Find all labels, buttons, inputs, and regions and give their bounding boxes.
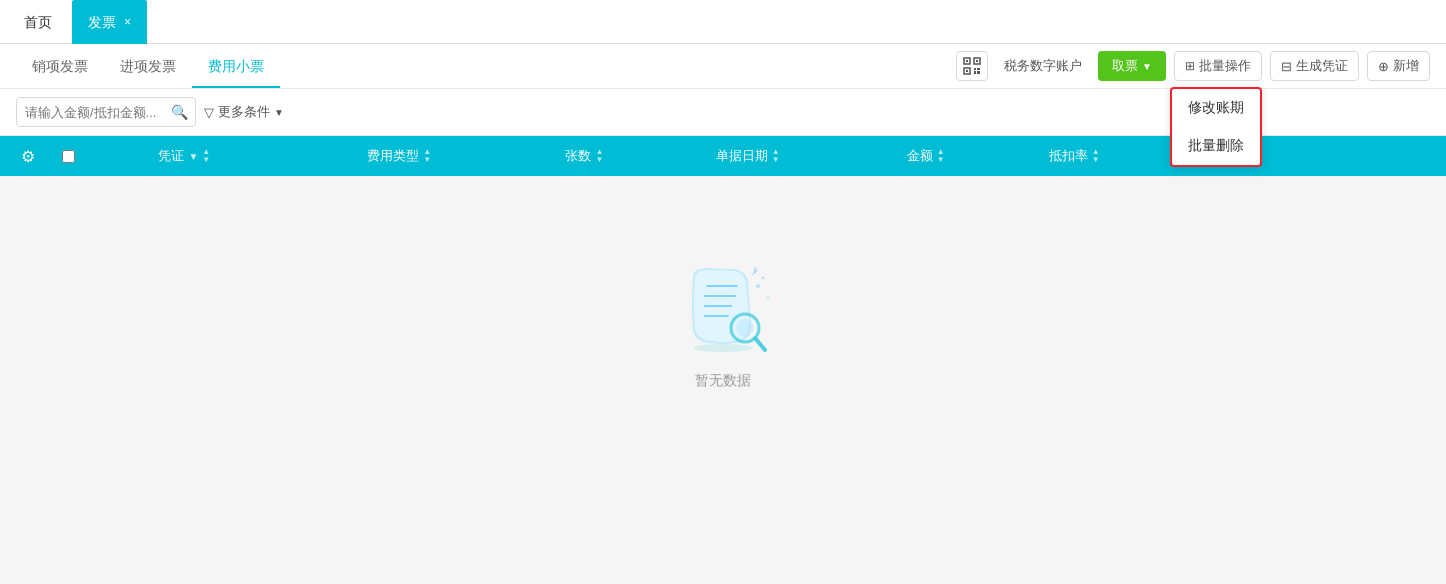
th-amount[interactable]: 金额 ▲▼ <box>844 147 1007 165</box>
filter-label: 更多条件 <box>218 103 270 121</box>
svg-rect-7 <box>977 68 980 70</box>
svg-point-10 <box>693 344 753 352</box>
filter-button[interactable]: ▽ 更多条件 ▼ <box>196 99 292 125</box>
empty-text: 暂无数据 <box>695 372 751 390</box>
svg-rect-6 <box>974 68 976 70</box>
take-ticket-button[interactable]: 取票 ▼ <box>1098 51 1166 81</box>
qr-button[interactable] <box>956 51 988 81</box>
tab-income[interactable]: 进项发票 <box>104 44 192 88</box>
empty-illustration <box>663 256 783 356</box>
th-date-label: 单据日期 <box>716 147 768 165</box>
add-label: 新增 <box>1393 57 1419 75</box>
svg-point-16 <box>736 319 754 337</box>
voucher-sort: ▲▼ <box>202 148 210 164</box>
batch-dropdown-menu: 修改账期 批量删除 <box>1170 87 1262 167</box>
th-expense-type[interactable]: 费用类型 ▲▼ <box>281 147 518 165</box>
th-amount-label: 金额 <box>907 147 933 165</box>
svg-line-17 <box>755 338 765 350</box>
th-voucher[interactable]: 凭证 ▼ ▲▼ <box>88 147 281 165</box>
svg-rect-5 <box>966 70 968 72</box>
voucher-filter-icon: ▼ <box>188 151 198 162</box>
th-checkbox[interactable] <box>48 150 88 163</box>
tab-sales[interactable]: 销项发票 <box>16 44 104 88</box>
expense-sort: ▲▼ <box>423 148 431 164</box>
take-ticket-label: 取票 <box>1112 57 1138 75</box>
rate-sort: ▲▼ <box>1092 148 1100 164</box>
filter-chevron: ▼ <box>274 107 284 118</box>
search-wrap: 🔍 <box>16 97 196 127</box>
close-icon[interactable]: × <box>124 0 131 44</box>
sub-tabs: 销项发票 进项发票 费用小票 <box>16 44 280 88</box>
th-rate[interactable]: 抵扣率 ▲▼ <box>1007 147 1141 165</box>
th-expense-label: 费用类型 <box>367 147 419 165</box>
gear-icon: ⚙ <box>21 147 35 166</box>
search-input[interactable] <box>16 97 196 127</box>
voucher-icon: ⊟ <box>1281 59 1292 74</box>
th-voucher-label: 凭证 <box>158 147 184 165</box>
batch-ops-wrapper: ⊞ 批量操作 修改账期 批量删除 <box>1174 51 1262 81</box>
search-icon: 🔍 <box>171 104 188 120</box>
voucher-button[interactable]: ⊟ 生成凭证 <box>1270 51 1359 81</box>
svg-rect-3 <box>976 60 978 62</box>
invoice-tab[interactable]: 发票 × <box>72 0 147 44</box>
batch-ops-label: 批量操作 <box>1199 57 1251 75</box>
date-sort: ▲▼ <box>772 148 780 164</box>
qr-icon <box>963 57 981 75</box>
th-rate-label: 抵扣率 <box>1049 147 1088 165</box>
top-nav: 首页 发票 × <box>0 0 1446 44</box>
svg-rect-8 <box>974 71 976 74</box>
batch-icon: ⊞ <box>1185 59 1195 73</box>
svg-rect-9 <box>977 71 980 74</box>
add-button[interactable]: ⊕ 新增 <box>1367 51 1430 81</box>
svg-point-18 <box>756 284 760 288</box>
take-ticket-chevron: ▼ <box>1142 61 1152 72</box>
th-gear[interactable]: ⚙ <box>8 147 48 166</box>
empty-state: 暂无数据 <box>0 176 1446 430</box>
select-all-checkbox[interactable] <box>62 150 75 163</box>
amount-sort: ▲▼ <box>937 148 945 164</box>
tax-account-button[interactable]: 税务数字账户 <box>996 57 1090 75</box>
tab-expense[interactable]: 费用小票 <box>192 44 280 88</box>
filter-icon: ▽ <box>204 105 214 120</box>
batch-delete-item[interactable]: 批量删除 <box>1172 127 1260 165</box>
count-sort: ▲▼ <box>595 148 603 164</box>
th-count-label: 张数 <box>565 147 591 165</box>
voucher-label: 生成凭证 <box>1296 57 1348 75</box>
batch-ops-button[interactable]: ⊞ 批量操作 <box>1174 51 1262 81</box>
svg-point-19 <box>767 297 770 300</box>
svg-rect-1 <box>966 60 968 62</box>
modify-period-item[interactable]: 修改账期 <box>1172 89 1260 127</box>
add-icon: ⊕ <box>1378 59 1389 74</box>
th-date[interactable]: 单据日期 ▲▼ <box>651 147 844 165</box>
th-count[interactable]: 张数 ▲▼ <box>518 147 652 165</box>
invoice-tab-label: 发票 <box>88 0 116 44</box>
home-link[interactable]: 首页 <box>16 0 60 44</box>
svg-point-20 <box>762 277 764 279</box>
